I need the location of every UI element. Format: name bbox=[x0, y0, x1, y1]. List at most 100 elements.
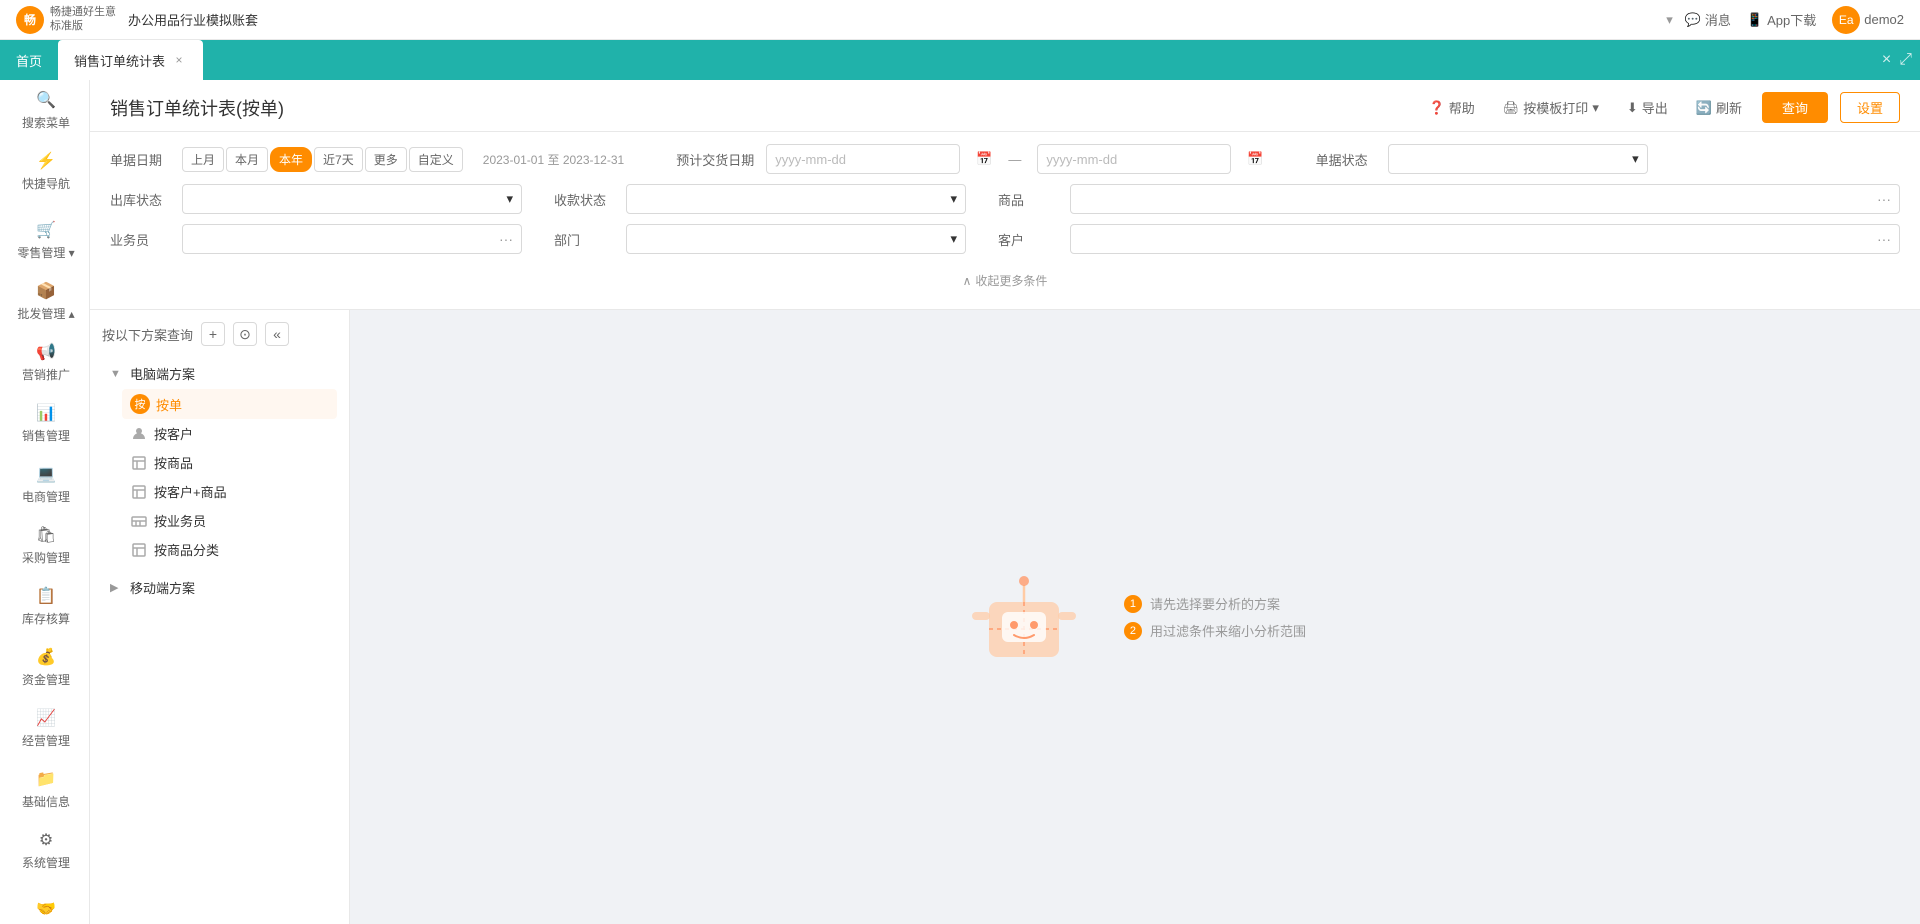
help-btn[interactable]: ❓ 帮助 bbox=[1421, 94, 1483, 121]
salesperson-more-icon[interactable]: ··· bbox=[499, 231, 513, 247]
message-icon: 💬 bbox=[1685, 12, 1701, 28]
logo-text: 畅捷通好生意 标准版 bbox=[50, 6, 116, 32]
settings-btn[interactable]: 设置 bbox=[1840, 92, 1900, 123]
delivery-status-select[interactable]: ▾ bbox=[182, 184, 522, 214]
expected-date-label: 预计交货日期 bbox=[676, 150, 754, 169]
collapse-bar[interactable]: ∧ 收起更多条件 bbox=[110, 264, 1900, 297]
date-btn-this-month[interactable]: 本月 bbox=[226, 147, 268, 172]
app-download-btn[interactable]: 📱 App下载 bbox=[1747, 10, 1816, 29]
salesperson-label: 业务员 bbox=[110, 230, 170, 249]
date-btn-last-month[interactable]: 上月 bbox=[182, 147, 224, 172]
message-btn[interactable]: 💬 消息 bbox=[1685, 10, 1731, 29]
refresh-btn[interactable]: 🔄 刷新 bbox=[1688, 94, 1750, 121]
add-icon: + bbox=[209, 326, 217, 342]
collapse-icon: « bbox=[273, 326, 281, 342]
export-icon: ⬇ bbox=[1627, 100, 1638, 116]
tab-home[interactable]: 首页 bbox=[0, 40, 58, 80]
sidebar-item-sales[interactable]: 📊 销售管理 bbox=[0, 393, 89, 454]
sidebar-item-quick-nav[interactable]: ⚡ 快捷导航 bbox=[0, 141, 89, 202]
empty-illustration bbox=[964, 557, 1084, 677]
basic-info-icon: 📁 bbox=[36, 769, 56, 789]
bill-status-select[interactable]: ▾ bbox=[1388, 144, 1648, 174]
date-btn-more[interactable]: 更多 bbox=[365, 147, 407, 172]
refresh-icon: 🔄 bbox=[1696, 100, 1712, 116]
plan-item-by-customer-goods[interactable]: 按客户+商品 bbox=[122, 477, 337, 506]
expected-date-end-input[interactable] bbox=[1037, 144, 1231, 174]
date-btn-last-7-days[interactable]: 近7天 bbox=[314, 147, 363, 172]
sidebar-item-system[interactable]: ⚙ 系统管理 bbox=[0, 820, 89, 881]
sidebar-item-wholesale[interactable]: 📦 批发管理 ▴ bbox=[0, 271, 89, 332]
topbar-dropdown-icon[interactable]: ▾ bbox=[1666, 12, 1673, 28]
salesperson-select[interactable]: ··· bbox=[182, 224, 522, 254]
sidebar-item-enterprise[interactable]: 🤝 企业协同 bbox=[0, 889, 89, 924]
date-btn-custom[interactable]: 自定义 bbox=[409, 147, 463, 172]
collection-status-dropdown-icon: ▾ bbox=[950, 191, 957, 207]
topbar-title: 办公用品行业模拟账套 bbox=[128, 10, 1654, 29]
filter-area: 单据日期 上月 本月 本年 近7天 更多 自定义 2023-01-01 至 20… bbox=[90, 132, 1920, 310]
mobile-section-arrow: ▶ bbox=[110, 581, 124, 594]
wholesale-icon: 📦 bbox=[36, 281, 56, 301]
mobile-section-header[interactable]: ▶ 移动端方案 bbox=[102, 572, 337, 603]
query-btn[interactable]: 查询 bbox=[1762, 92, 1828, 123]
print-dropdown-icon: ▾ bbox=[1592, 100, 1599, 116]
lower-section: 按以下方案查询 + ⊙ « ▼ bbox=[90, 310, 1920, 924]
topbar: 畅 畅捷通好生意 标准版 办公用品行业模拟账套 ▾ 💬 消息 📱 App下载 E… bbox=[0, 0, 1920, 40]
date-btn-this-year[interactable]: 本年 bbox=[270, 147, 312, 172]
topbar-right: 💬 消息 📱 App下载 Ea demo2 bbox=[1685, 6, 1904, 34]
goods-more-icon[interactable]: ··· bbox=[1877, 191, 1891, 207]
print-btn[interactable]: 🖨 按模板打印 ▾ bbox=[1495, 94, 1607, 121]
user-avatar: Ea bbox=[1832, 6, 1860, 34]
calendar-icon-1[interactable]: 📅 bbox=[976, 151, 992, 167]
plan-item-by-goods-category[interactable]: 按商品分类 bbox=[122, 535, 337, 564]
plan-item-by-bill[interactable]: 按 按单 bbox=[122, 389, 337, 419]
sidebar-item-marketing[interactable]: 📢 营销推广 bbox=[0, 332, 89, 393]
search-menu-icon: 🔍 bbox=[36, 90, 56, 110]
sidebar-item-basic-info[interactable]: 📁 基础信息 bbox=[0, 759, 89, 820]
tab-sales-order-stat[interactable]: 销售订单统计表 × bbox=[58, 40, 203, 80]
customer-label: 客户 bbox=[998, 230, 1058, 249]
operations-icon: 📈 bbox=[36, 708, 56, 728]
edit-icon: ⊙ bbox=[239, 326, 251, 343]
panel-title-label: 按以下方案查询 bbox=[102, 325, 193, 344]
content-area: 销售订单统计表(按单) ❓ 帮助 🖨 按模板打印 ▾ ⬇ 导出 🔄 刷新 bbox=[90, 80, 1920, 924]
export-btn[interactable]: ⬇ 导出 bbox=[1619, 94, 1676, 121]
by-goods-category-icon bbox=[130, 541, 148, 559]
sidebar-item-finance[interactable]: 💰 资金管理 bbox=[0, 637, 89, 698]
by-customer-label: 按客户 bbox=[154, 424, 193, 443]
sidebar-item-inventory[interactable]: 📋 库存核算 bbox=[0, 576, 89, 637]
collection-status-select[interactable]: ▾ bbox=[626, 184, 966, 214]
user-menu[interactable]: Ea demo2 bbox=[1832, 6, 1904, 34]
goods-select[interactable]: ··· bbox=[1070, 184, 1900, 214]
hint-item-1: 1 请先选择要分析的方案 bbox=[1124, 594, 1280, 613]
tabbar: 首页 销售订单统计表 × × ⤢ bbox=[0, 40, 1920, 80]
tab-close-all-btn[interactable]: × bbox=[1882, 51, 1891, 69]
page-title: 销售订单统计表(按单) bbox=[110, 95, 284, 121]
filter-row-2: 出库状态 ▾ 收款状态 ▾ 商品 ··· bbox=[110, 184, 1900, 214]
calendar-icon-2[interactable]: 📅 bbox=[1247, 151, 1263, 167]
tab-maximize-btn[interactable]: ⤢ bbox=[1899, 51, 1912, 69]
sidebar-item-retail[interactable]: 🛒 零售管理 ▾ bbox=[0, 210, 89, 271]
collapse-panel-btn[interactable]: « bbox=[265, 322, 289, 346]
plan-item-by-goods[interactable]: 按商品 bbox=[122, 448, 337, 477]
marketing-icon: 📢 bbox=[36, 342, 56, 362]
tab-close-btn[interactable]: × bbox=[171, 52, 187, 68]
department-select[interactable]: ▾ bbox=[626, 224, 966, 254]
empty-state: 1 请先选择要分析的方案 2 用过滤条件来缩小分析范围 bbox=[964, 557, 1306, 677]
pc-section-header[interactable]: ▼ 电脑端方案 bbox=[102, 358, 337, 389]
plan-item-by-customer[interactable]: 按客户 bbox=[122, 419, 337, 448]
edit-plan-btn[interactable]: ⊙ bbox=[233, 322, 257, 346]
expected-date-start-input[interactable] bbox=[766, 144, 960, 174]
sidebar-item-ecommerce[interactable]: 💻 电商管理 bbox=[0, 454, 89, 515]
department-label: 部门 bbox=[554, 230, 614, 249]
logo-icon: 畅 bbox=[16, 6, 44, 34]
customer-more-icon[interactable]: ··· bbox=[1877, 231, 1891, 247]
content-body: 1 请先选择要分析的方案 2 用过滤条件来缩小分析范围 bbox=[350, 310, 1920, 924]
sidebar-item-purchase[interactable]: 🛍 采购管理 bbox=[0, 515, 89, 576]
plan-item-by-salesperson[interactable]: 按业务员 bbox=[122, 506, 337, 535]
sidebar-item-search-menu[interactable]: 🔍 搜索菜单 bbox=[0, 80, 89, 141]
sidebar-item-operations[interactable]: 📈 经营管理 bbox=[0, 698, 89, 759]
add-plan-btn[interactable]: + bbox=[201, 322, 225, 346]
by-customer-goods-label: 按客户+商品 bbox=[154, 482, 227, 501]
customer-select[interactable]: ··· bbox=[1070, 224, 1900, 254]
delivery-status-dropdown-icon: ▾ bbox=[506, 191, 513, 207]
